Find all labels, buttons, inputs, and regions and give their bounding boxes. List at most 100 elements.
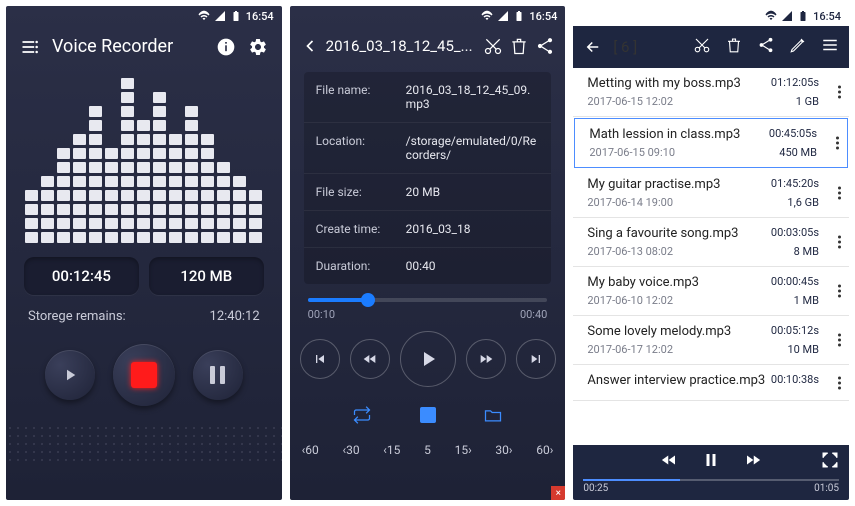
- player-screen: 16:54 2016_03_18_12_45_... File name:201…: [290, 6, 566, 500]
- mini-pos: 00:25: [583, 483, 608, 494]
- skip-amount[interactable]: 5: [424, 443, 431, 457]
- edit-icon[interactable]: [789, 36, 807, 58]
- list-item[interactable]: Answer interview practice.mp3 00:10:38s: [573, 365, 849, 401]
- library-header: [ 6 ]: [573, 26, 849, 68]
- skip-amount[interactable]: 15›: [455, 443, 472, 457]
- item-duration: 01:12:05s: [771, 76, 819, 91]
- skip-amount[interactable]: ‹60: [302, 443, 319, 457]
- location-key: Location:: [316, 134, 406, 162]
- item-name: Answer interview practice.mp3: [587, 373, 765, 388]
- recording-list[interactable]: Metting with my boss.mp301:12:05s 2017-0…: [573, 68, 849, 401]
- signal-icon: [781, 10, 793, 22]
- item-name: Math lession in class.mp3: [589, 127, 740, 142]
- rewind-button[interactable]: [660, 451, 678, 473]
- more-icon[interactable]: [838, 86, 841, 99]
- close-icon[interactable]: ×: [551, 486, 565, 500]
- record-button[interactable]: [113, 344, 175, 406]
- equalizer: [6, 73, 282, 243]
- skip-amount[interactable]: ‹30: [342, 443, 359, 457]
- battery-icon: [513, 10, 525, 22]
- cut-icon[interactable]: [693, 36, 711, 58]
- list-item[interactable]: Some lovely melody.mp3 00:05:12s 2017-06-…: [573, 316, 849, 365]
- list-item[interactable]: Metting with my boss.mp301:12:05s 2017-0…: [573, 68, 849, 117]
- play-button[interactable]: [45, 350, 95, 400]
- item-name: Some lovely melody.mp3: [587, 324, 731, 339]
- filesize-value: 20 MB: [406, 185, 540, 199]
- mini-progress[interactable]: [583, 479, 839, 481]
- list-item[interactable]: Math lession in class.mp300:45:05s 2017-…: [574, 118, 848, 168]
- wifi-icon: [481, 10, 493, 22]
- skip-end-button[interactable]: [516, 339, 556, 379]
- more-icon[interactable]: [836, 137, 839, 150]
- skip-start-button[interactable]: [300, 339, 340, 379]
- forward-button[interactable]: [466, 339, 506, 379]
- item-name: Sing a favourite song.mp3: [587, 226, 738, 241]
- list-item[interactable]: My baby voice.mp300:00:45s 2017-06-10 12…: [573, 267, 849, 316]
- filename-value: 2016_03_18_12_45_09.mp3: [406, 83, 540, 111]
- list-item[interactable]: My guitar practise.mp301:45:20s 2017-06-…: [573, 169, 849, 218]
- item-size: 10 MB: [787, 343, 819, 356]
- share-icon[interactable]: [535, 36, 555, 56]
- menu-icon[interactable]: [821, 36, 839, 58]
- item-duration: 00:05:12s: [771, 324, 819, 339]
- more-icon[interactable]: [838, 285, 841, 298]
- stop-button[interactable]: [414, 401, 442, 429]
- delete-icon[interactable]: [509, 36, 529, 56]
- back-icon[interactable]: [300, 36, 320, 56]
- menu-icon[interactable]: [20, 37, 40, 57]
- rewind-button[interactable]: [350, 339, 390, 379]
- filesize-key: File size:: [316, 185, 406, 199]
- item-duration: 00:10:38s: [771, 373, 819, 388]
- skip-amount[interactable]: 60›: [536, 443, 553, 457]
- app-title: Voice Recorder: [52, 36, 204, 57]
- more-icon[interactable]: [838, 376, 841, 389]
- skip-amounts: ‹60 ‹30 ‹15 5 15› 30› 60›: [290, 429, 566, 465]
- item-size: 1 MB: [794, 294, 819, 307]
- delete-icon[interactable]: [725, 36, 743, 58]
- wifi-icon: [765, 10, 777, 22]
- item-duration: 00:03:05s: [771, 226, 819, 241]
- status-bar: 16:54: [573, 6, 849, 26]
- file-size: 120 MB: [149, 257, 264, 295]
- wifi-icon: [198, 10, 210, 22]
- item-size: 1,6 GB: [787, 196, 819, 209]
- back-icon[interactable]: [583, 37, 603, 57]
- signal-icon: [497, 10, 509, 22]
- forward-button[interactable]: [744, 451, 762, 473]
- list-item[interactable]: Sing a favourite song.mp300:03:05s 2017-…: [573, 218, 849, 267]
- total-label: 00:40: [520, 308, 547, 321]
- item-duration: 00:45:05s: [769, 127, 817, 142]
- transport-controls: [290, 331, 566, 387]
- elapsed-time: 00:12:45: [24, 257, 139, 295]
- battery-icon: [230, 10, 242, 22]
- item-size: 1 GB: [796, 95, 819, 108]
- item-duration: 01:45:20s: [771, 177, 819, 192]
- player-title: 2016_03_18_12_45_...: [326, 37, 478, 55]
- info-icon[interactable]: [216, 37, 236, 57]
- status-time: 16:54: [813, 10, 841, 23]
- repeat-button[interactable]: [348, 401, 376, 429]
- more-icon[interactable]: [838, 236, 841, 249]
- more-icon[interactable]: [838, 187, 841, 200]
- share-icon[interactable]: [757, 36, 775, 58]
- signal-icon: [214, 10, 226, 22]
- more-icon[interactable]: [838, 334, 841, 347]
- pause-button[interactable]: [702, 451, 720, 473]
- fullscreen-icon[interactable]: [821, 451, 839, 473]
- item-date: 2017-06-17 12:02: [587, 343, 673, 356]
- position-label: 00:10: [308, 308, 335, 321]
- progress-slider[interactable]: [290, 294, 566, 302]
- skip-amount[interactable]: ‹15: [383, 443, 400, 457]
- status-bar: 16:54: [290, 6, 566, 26]
- pause-button[interactable]: [193, 350, 243, 400]
- storage-value: 12:40:12: [210, 309, 260, 324]
- created-key: Create time:: [316, 222, 406, 236]
- folder-button[interactable]: [479, 401, 507, 429]
- skip-amount[interactable]: 30›: [495, 443, 512, 457]
- gear-icon[interactable]: [248, 37, 268, 57]
- recorder-header: Voice Recorder: [6, 26, 282, 67]
- play-button[interactable]: [400, 331, 456, 387]
- status-bar: 16:54: [6, 6, 282, 26]
- cut-icon[interactable]: [483, 36, 503, 56]
- item-date: 2017-06-10 12:02: [587, 294, 673, 307]
